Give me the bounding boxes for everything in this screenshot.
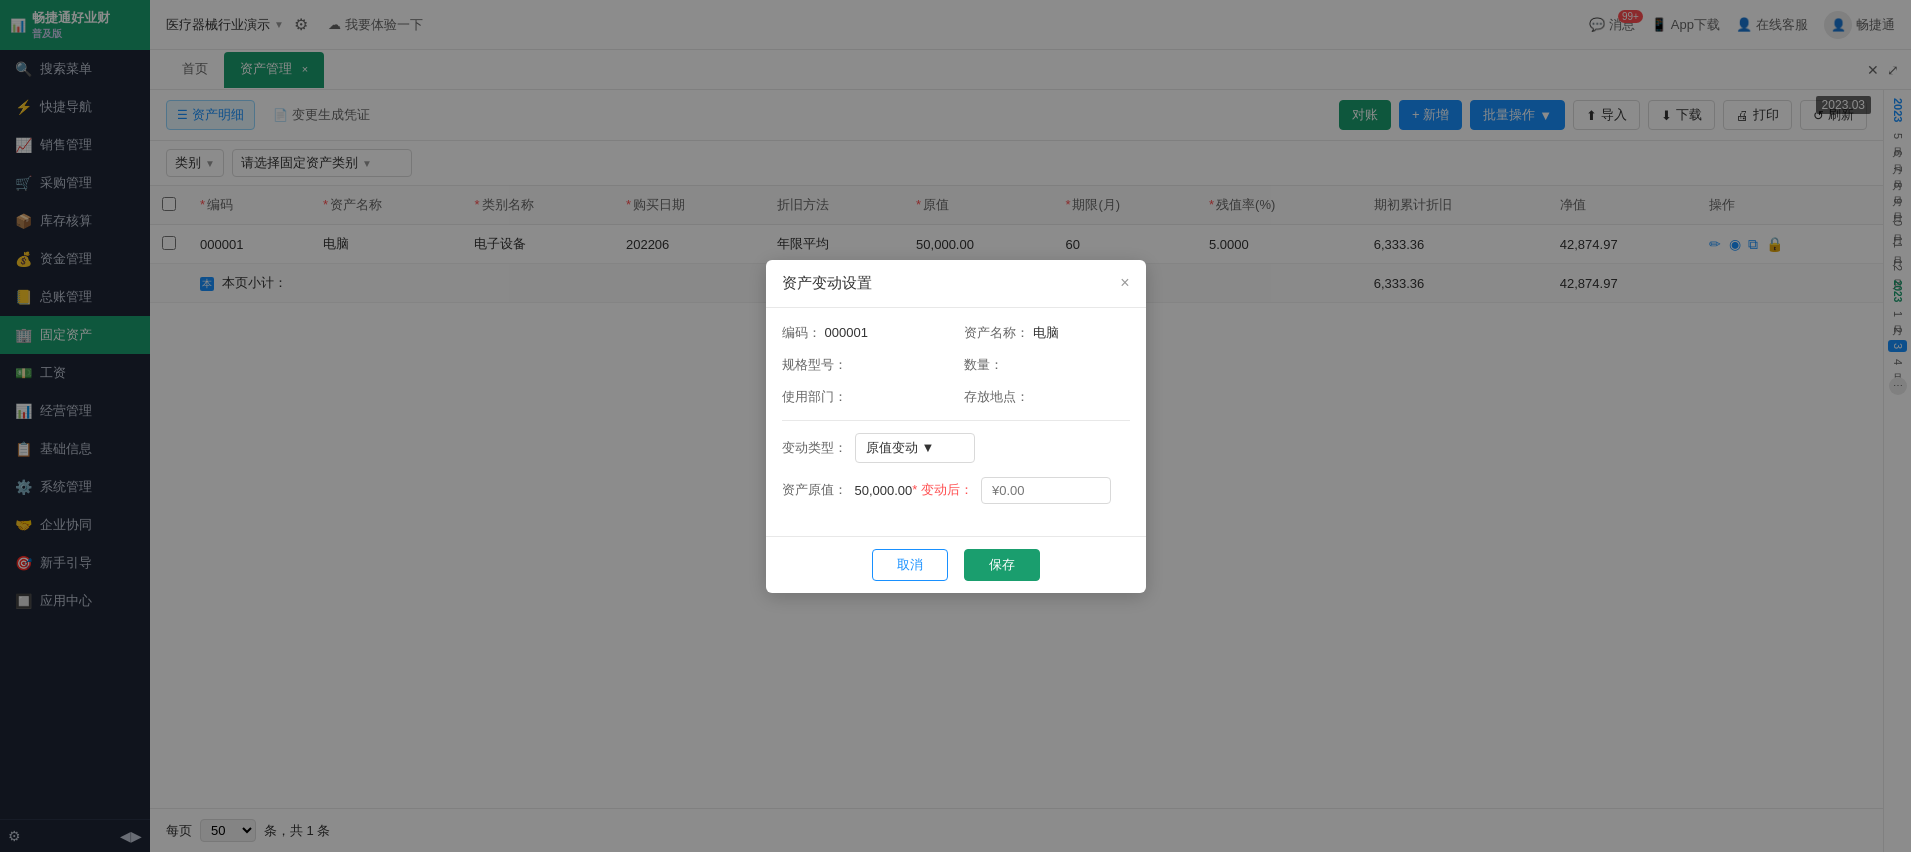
modal-field-asset-name: 资产名称： 电脑: [964, 324, 1130, 342]
modal-field-location: 存放地点：: [964, 388, 1130, 406]
modal-header: 资产变动设置 ×: [766, 260, 1146, 308]
save-button[interactable]: 保存: [964, 549, 1040, 581]
modal-title: 资产变动设置: [782, 274, 872, 293]
modal-body: 编码： 000001 资产名称： 电脑 规格型号： 数量：: [766, 308, 1146, 536]
asset-change-modal: 资产变动设置 × 编码： 000001 资产名称： 电脑 规格型号：: [766, 260, 1146, 593]
save-label: 保存: [989, 557, 1015, 572]
location-label: 存放地点：: [964, 388, 1029, 406]
modal-row-1: 编码： 000001 资产名称： 电脑: [782, 324, 1130, 342]
dept-label: 使用部门：: [782, 388, 847, 406]
modal-divider: [782, 420, 1130, 421]
modal-field-dept: 使用部门：: [782, 388, 948, 406]
modal-change-type-row: 变动类型： 原值变动 ▼: [782, 433, 1130, 463]
code-value: 000001: [825, 325, 868, 340]
cancel-button[interactable]: 取消: [872, 549, 948, 581]
asset-name-value: 电脑: [1033, 324, 1059, 342]
modal-close-button[interactable]: ×: [1120, 274, 1129, 292]
modal-field-spec: 规格型号：: [782, 356, 948, 374]
original-value-label: 资产原值：: [782, 481, 847, 499]
change-type-select[interactable]: 原值变动 ▼: [855, 433, 975, 463]
after-value-field: * 变动后：: [912, 477, 1129, 504]
asset-name-label: 资产名称：: [964, 324, 1029, 342]
after-label: * 变动后：: [912, 481, 973, 499]
after-value-input[interactable]: [981, 477, 1111, 504]
change-type-value: 原值变动: [866, 439, 918, 457]
change-type-arrow: ▼: [922, 440, 935, 455]
spec-label: 规格型号：: [782, 356, 847, 374]
cancel-label: 取消: [897, 557, 923, 572]
quantity-label: 数量：: [964, 356, 1003, 374]
modal-row-2: 规格型号： 数量：: [782, 356, 1130, 374]
modal-field-code: 编码： 000001: [782, 324, 948, 342]
original-value-display: 50,000.00: [855, 483, 913, 498]
change-type-label: 变动类型：: [782, 439, 847, 457]
modal-footer: 取消 保存: [766, 536, 1146, 593]
modal-field-quantity: 数量：: [964, 356, 1130, 374]
modal-row-3: 使用部门： 存放地点：: [782, 388, 1130, 406]
code-label: 编码：: [782, 324, 821, 342]
modal-values-row: 资产原值： 50,000.00 * 变动后：: [782, 477, 1130, 504]
modal-overlay: 资产变动设置 × 编码： 000001 资产名称： 电脑 规格型号：: [0, 0, 1911, 852]
